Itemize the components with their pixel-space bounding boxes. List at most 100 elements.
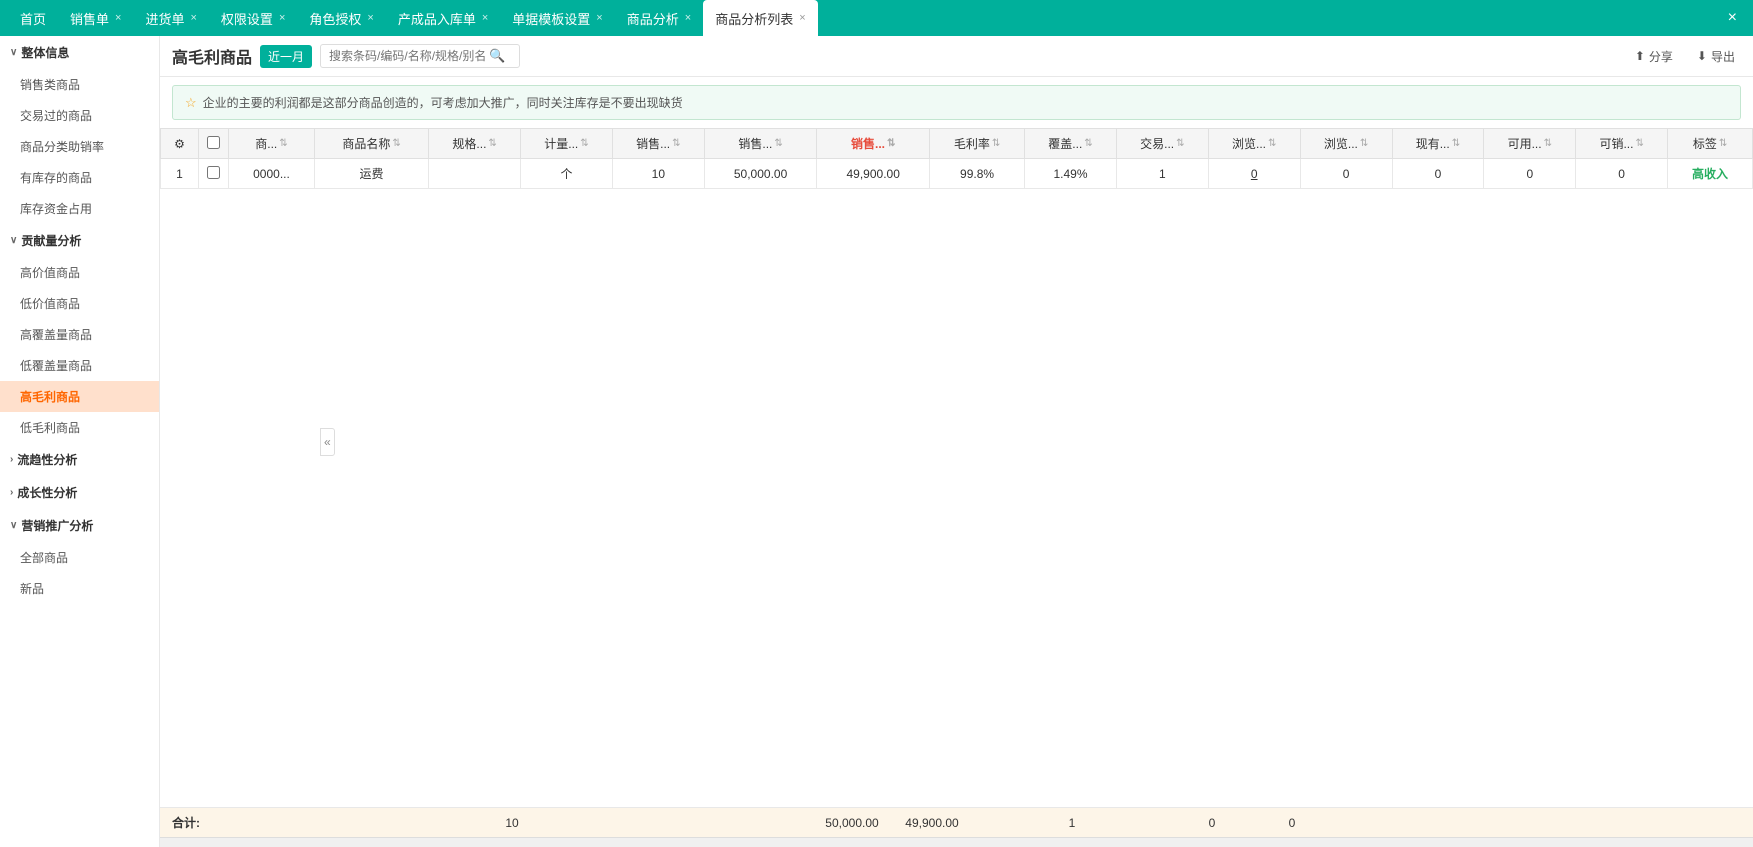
col-gross-margin[interactable]: 毛利率 ⇅ <box>930 129 1025 159</box>
footer-transactions: 1 <box>972 816 1172 830</box>
col-coverage-sort-icon: ⇅ <box>1084 138 1092 149</box>
sidebar-item-all-goods[interactable]: 全部商品 <box>0 542 159 573</box>
col-current-stock[interactable]: 现有... ⇅ <box>1392 129 1484 159</box>
trend-section-arrow: › <box>10 454 13 465</box>
search-input[interactable] <box>329 49 489 63</box>
cell-num: 1 <box>161 159 199 189</box>
footer-cells: 10 50,000.00 49,900.00 1 0 0 <box>212 816 1741 830</box>
sidebar-item-high-margin[interactable]: 高毛利商品 <box>0 381 159 412</box>
sidebar-section-marketing[interactable]: ∨ 营销推广分析 <box>0 509 159 542</box>
nav-permissions-close[interactable]: × <box>279 12 285 24</box>
cell-checkbox <box>199 159 229 189</box>
share-button[interactable]: ⬆ 分享 <box>1629 45 1679 68</box>
table-container: ⚙ 商... ⇅ 商品名称 <box>160 128 1753 807</box>
sidebar-item-high-coverage[interactable]: 高覆盖量商品 <box>0 319 159 350</box>
nav-permissions[interactable]: 权限设置 × <box>209 0 297 36</box>
row-checkbox[interactable] <box>207 166 220 179</box>
sidebar-item-sales-goods[interactable]: 销售类商品 <box>0 69 159 100</box>
nav-template-settings[interactable]: 单据模板设置 × <box>500 0 614 36</box>
table-header-row: ⚙ 商... ⇅ 商品名称 <box>161 129 1753 159</box>
cell-name[interactable]: 运费 <box>314 159 428 189</box>
nav-roles-close[interactable]: × <box>367 12 373 24</box>
col-spec[interactable]: 规格... ⇅ <box>429 129 521 159</box>
col-checkbox <box>199 129 229 159</box>
col-transactions[interactable]: 交易... ⇅ <box>1116 129 1208 159</box>
nav-sales-order-close[interactable]: × <box>115 12 121 24</box>
nav-product-analysis-close[interactable]: × <box>685 12 691 24</box>
col-sales-amount[interactable]: 销售... ⇅ <box>704 129 817 159</box>
search-icon[interactable]: 🔍 <box>489 48 505 64</box>
contribution-section-arrow: ∨ <box>10 235 17 246</box>
info-icon: ☆ <box>185 95 197 111</box>
footer-sales-amount: 50,000.00 <box>812 816 892 830</box>
sidebar-item-stock-funds[interactable]: 库存资金占用 <box>0 193 159 224</box>
table-row: 1 0000... 运费 个 10 50,000.00 49,900.00 99… <box>161 159 1753 189</box>
top-nav: 首页 销售单 × 进货单 × 权限设置 × 角色授权 × 产成品入库单 × 单据… <box>0 0 1753 36</box>
sidebar: ∨ 整体信息 销售类商品 交易过的商品 商品分类助销率 有库存的商品 库存资金占… <box>0 36 160 847</box>
search-box: 🔍 <box>320 44 520 68</box>
col-unit-sort-icon: ⇅ <box>580 138 588 149</box>
col-settings[interactable]: ⚙ <box>161 129 199 159</box>
overall-section-arrow: ∨ <box>10 47 17 58</box>
col-coverage[interactable]: 覆盖... ⇅ <box>1025 129 1117 159</box>
window-close-button[interactable]: × <box>1720 9 1745 27</box>
nav-home[interactable]: 首页 <box>8 0 58 36</box>
cell-tag: 高收入 <box>1668 159 1753 189</box>
col-name-sort-icon: ⇅ <box>392 138 400 149</box>
col-views2[interactable]: 浏览... ⇅ <box>1300 129 1392 159</box>
sidebar-section-trend[interactable]: › 流趋性分析 <box>0 443 159 476</box>
nav-template-settings-close[interactable]: × <box>596 12 602 24</box>
col-sales-qty[interactable]: 销售... ⇅ <box>612 129 704 159</box>
nav-product-analysis-list[interactable]: 商品分析列表 × <box>703 0 817 36</box>
col-code[interactable]: 商... ⇅ <box>229 129 315 159</box>
sidebar-item-new-goods[interactable]: 新品 <box>0 573 159 604</box>
cell-unit: 个 <box>521 159 613 189</box>
col-tag[interactable]: 标签 ⇅ <box>1668 129 1753 159</box>
cell-code[interactable]: 0000... <box>229 159 315 189</box>
sidebar-item-low-coverage[interactable]: 低覆盖量商品 <box>0 350 159 381</box>
col-code-sort-icon: ⇅ <box>279 138 287 149</box>
horizontal-scrollbar[interactable] <box>160 837 1753 847</box>
col-unit[interactable]: 计量... ⇅ <box>521 129 613 159</box>
sidebar-item-high-value[interactable]: 高价值商品 <box>0 257 159 288</box>
col-name[interactable]: 商品名称 ⇅ <box>314 129 428 159</box>
nav-purchase-order[interactable]: 进货单 × <box>133 0 208 36</box>
sidebar-item-low-margin[interactable]: 低毛利商品 <box>0 412 159 443</box>
cell-sales-cost: 49,900.00 <box>817 159 930 189</box>
page-title: 高毛利商品 <box>172 44 252 68</box>
select-all-checkbox[interactable] <box>207 136 220 149</box>
col-saleable-stock[interactable]: 可销... ⇅ <box>1576 129 1668 159</box>
sidebar-item-low-value[interactable]: 低价值商品 <box>0 288 159 319</box>
nav-product-analysis[interactable]: 商品分析 × <box>615 0 703 36</box>
nav-product-inbound-close[interactable]: × <box>482 12 488 24</box>
nav-product-inbound[interactable]: 产成品入库单 × <box>386 0 500 36</box>
col-sales-cost-sort-icon: ⇅ <box>887 138 895 149</box>
col-spec-sort-icon: ⇅ <box>488 138 496 149</box>
col-sales-amount-sort-icon: ⇅ <box>774 138 782 149</box>
sidebar-section-overall[interactable]: ∨ 整体信息 <box>0 36 159 69</box>
cell-spec <box>429 159 521 189</box>
nav-roles[interactable]: 角色授权 × <box>297 0 385 36</box>
cell-views2: 0 <box>1300 159 1392 189</box>
sidebar-section-contribution[interactable]: ∨ 贡献量分析 <box>0 224 159 257</box>
sidebar-item-traded-goods[interactable]: 交易过的商品 <box>0 100 159 131</box>
nav-purchase-order-close[interactable]: × <box>190 12 196 24</box>
col-gross-margin-sort-icon: ⇅ <box>992 138 1000 149</box>
sidebar-collapse-button[interactable]: « <box>320 428 335 456</box>
content-area: « 高毛利商品 近一月 🔍 ⬆ 分享 ⬇ 导出 ☆ 企 <box>160 36 1753 847</box>
header-actions: ⬆ 分享 ⬇ 导出 <box>1629 45 1741 68</box>
cell-views1[interactable]: 0 <box>1208 159 1300 189</box>
col-views1-sort-icon: ⇅ <box>1268 138 1276 149</box>
col-views1[interactable]: 浏览... ⇅ <box>1208 129 1300 159</box>
sidebar-item-category-sales-rate[interactable]: 商品分类助销率 <box>0 131 159 162</box>
col-sales-cost[interactable]: 销售... ⇅ <box>817 129 930 159</box>
nav-sales-order[interactable]: 销售单 × <box>58 0 133 36</box>
col-available-stock[interactable]: 可用... ⇅ <box>1484 129 1576 159</box>
cell-sales-qty: 10 <box>612 159 704 189</box>
sidebar-section-growth[interactable]: › 成长性分析 <box>0 476 159 509</box>
sidebar-item-in-stock-goods[interactable]: 有库存的商品 <box>0 162 159 193</box>
nav-product-analysis-list-close[interactable]: × <box>799 12 805 24</box>
time-filter-button[interactable]: 近一月 <box>260 45 312 68</box>
footer-label: 合计: <box>172 814 200 831</box>
export-button[interactable]: ⬇ 导出 <box>1691 45 1741 68</box>
